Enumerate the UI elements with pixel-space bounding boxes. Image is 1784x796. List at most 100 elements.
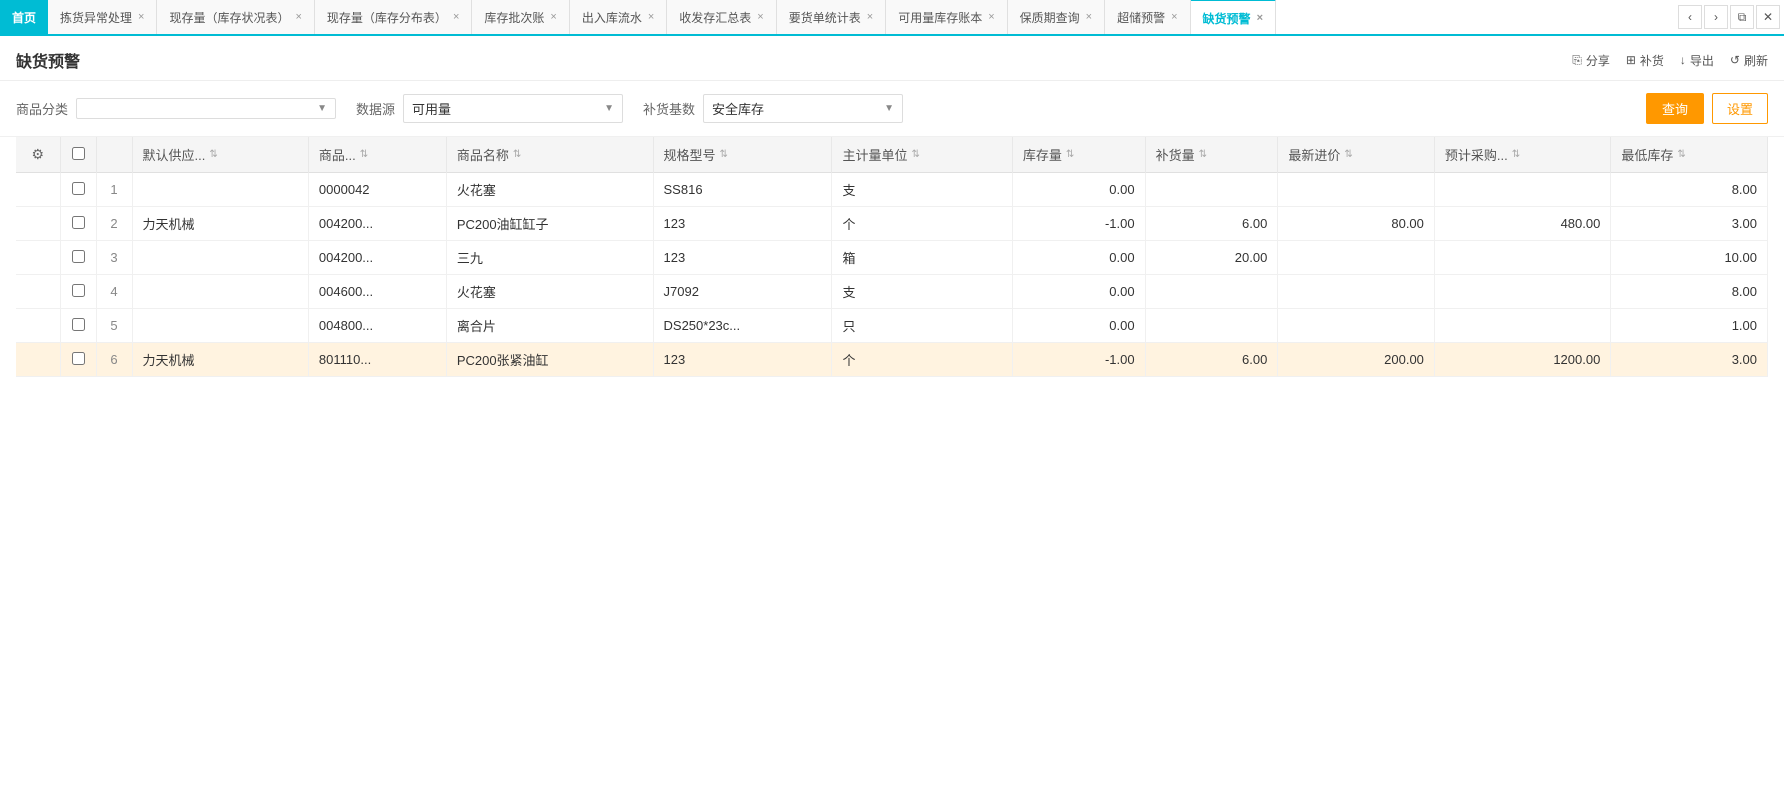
row-checkbox-3[interactable] — [72, 284, 85, 297]
query-button[interactable]: 查询 — [1646, 93, 1704, 124]
replenish-basis-select[interactable]: 安全库存 ▼ — [703, 94, 903, 123]
th-spec[interactable]: 规格型号⇅ — [653, 137, 832, 173]
refresh-button[interactable]: ↺ 刷新 — [1730, 52, 1768, 69]
td-checkbox-5[interactable] — [60, 343, 96, 377]
tab-quehuo[interactable]: 缺货预警× — [1191, 0, 1276, 35]
tab-close-icon[interactable]: × — [1086, 11, 1092, 23]
tab-nav-buttons: ‹ › ⧉ ✕ — [1678, 5, 1784, 29]
tab-close-icon[interactable]: × — [988, 11, 994, 23]
th-unit[interactable]: 主计量单位⇅ — [832, 137, 1012, 173]
tab-close-icon[interactable]: × — [757, 11, 763, 23]
filter-row: 商品分类 ▼ 数据源 可用量 ▼ 补货基数 安全库存 ▼ 查询 设置 — [0, 81, 1784, 137]
tab-close-button[interactable]: ✕ — [1756, 5, 1780, 29]
tab-prev-button[interactable]: ‹ — [1678, 5, 1702, 29]
tab-home[interactable]: 首页 — [0, 0, 48, 35]
share-button[interactable]: ⎘ 分享 — [1572, 52, 1610, 69]
table-row: 6 力天机械 801110... PC200张紧油缸 123 个 -1.00 6… — [16, 343, 1768, 377]
settings-button[interactable]: 设置 — [1712, 93, 1768, 124]
tab-chaochuyujing[interactable]: 超储预警 × — [1105, 0, 1190, 35]
td-name-0: 火花塞 — [446, 173, 653, 207]
datasource-select[interactable]: 可用量 ▼ — [403, 94, 623, 123]
tab-xianzunliang2[interactable]: 现存量（库存分布表）× — [315, 0, 472, 35]
tab-label: 出入库流水 — [582, 9, 642, 26]
tab-close-icon[interactable]: × — [648, 11, 654, 23]
tab-window-button[interactable]: ⧉ — [1730, 5, 1754, 29]
td-checkbox-3[interactable] — [60, 275, 96, 309]
tab-baozhanqi[interactable]: 保质期查询× — [1008, 0, 1105, 35]
tab-yaohuodanjishu[interactable]: 要货单统计表× — [777, 0, 886, 35]
td-name-2: 三九 — [446, 241, 653, 275]
tab-close-icon[interactable]: × — [1171, 11, 1177, 23]
th-estimated-purchase-label: 预计采购... — [1445, 145, 1508, 164]
th-product-name[interactable]: 商品名称⇅ — [446, 137, 653, 173]
td-settings-3 — [16, 275, 60, 309]
row-checkbox-1[interactable] — [72, 216, 85, 229]
td-supplier-5: 力天机械 — [132, 343, 308, 377]
td-unit-1: 个 — [832, 207, 1012, 241]
tab-close-icon[interactable]: × — [867, 11, 873, 23]
th-checkbox[interactable] — [60, 137, 96, 173]
table-container: ⚙ 默认供应...⇅ 商品...⇅ 商品名称⇅ — [0, 137, 1784, 377]
datasource-dropdown-icon: ▼ — [604, 103, 614, 114]
th-latest-price[interactable]: 最新进价⇅ — [1278, 137, 1435, 173]
td-est-purchase-0 — [1434, 173, 1610, 207]
td-rownum-4: 5 — [96, 309, 132, 343]
td-settings-2 — [16, 241, 60, 275]
td-name-1: PC200油缸缸子 — [446, 207, 653, 241]
refresh-icon: ↺ — [1730, 53, 1740, 67]
td-spec-3: J7092 — [653, 275, 832, 309]
td-rownum-2: 3 — [96, 241, 132, 275]
td-settings-1 — [16, 207, 60, 241]
tab-xianzunliang1[interactable]: 现存量（库存状况表） × — [157, 0, 314, 35]
tab-label: 收发存汇总表 — [679, 9, 751, 26]
table-row: 4 004600... 火花塞 J7092 支 0.00 8.00 — [16, 275, 1768, 309]
table-body: 1 0000042 火花塞 SS816 支 0.00 8.00 2 力天机械 0… — [16, 173, 1768, 377]
table-row: 5 004800... 离合片 DS250*23c... 只 0.00 1.00 — [16, 309, 1768, 343]
th-spec-label: 规格型号 — [664, 145, 716, 164]
th-replenish[interactable]: 补货量⇅ — [1145, 137, 1278, 173]
row-checkbox-5[interactable] — [72, 352, 85, 365]
tab-close-icon[interactable]: × — [453, 11, 459, 23]
th-settings[interactable]: ⚙ — [16, 137, 60, 173]
export-icon: ↓ — [1680, 53, 1686, 67]
td-stock-5: -1.00 — [1012, 343, 1145, 377]
th-latest-price-label: 最新进价 — [1288, 145, 1340, 164]
td-name-4: 离合片 — [446, 309, 653, 343]
tab-lianhuoyichang[interactable]: 拣货异常处理× — [48, 0, 157, 35]
td-checkbox-1[interactable] — [60, 207, 96, 241]
row-checkbox-4[interactable] — [72, 318, 85, 331]
tab-close-icon[interactable]: × — [550, 11, 556, 23]
tab-kucunpici[interactable]: 库存批次账× — [472, 0, 569, 35]
tab-close-icon[interactable]: × — [1257, 12, 1263, 24]
tab-churuliu[interactable]: 出入库流水 × — [570, 0, 667, 35]
td-stock-2: 0.00 — [1012, 241, 1145, 275]
row-checkbox-2[interactable] — [72, 250, 85, 263]
tab-next-button[interactable]: › — [1704, 5, 1728, 29]
th-estimated-purchase[interactable]: 预计采购... ⇅ — [1434, 137, 1610, 173]
page-header: 缺货预警 ⎘ 分享 ⊞ 补货 ↓ 导出 ↺ 刷新 — [0, 36, 1784, 81]
select-all-checkbox[interactable] — [72, 147, 85, 160]
td-checkbox-0[interactable] — [60, 173, 96, 207]
tab-close-icon[interactable]: × — [295, 11, 301, 23]
td-min-stock-1: 3.00 — [1611, 207, 1768, 241]
replenish-basis-filter-group: 补货基数 安全库存 ▼ — [643, 94, 903, 123]
td-checkbox-4[interactable] — [60, 309, 96, 343]
sort-icon-est-purchase: ⇅ — [1512, 149, 1520, 160]
share-label: 分享 — [1586, 52, 1610, 69]
tab-label: 现存量（库存状况表） — [169, 9, 289, 26]
td-checkbox-2[interactable] — [60, 241, 96, 275]
replenish-button[interactable]: ⊞ 补货 — [1626, 52, 1664, 69]
tab-label: 超储预警 — [1117, 9, 1165, 26]
tab-close-icon[interactable]: × — [138, 11, 144, 23]
row-checkbox-0[interactable] — [72, 182, 85, 195]
tab-keyongliang[interactable]: 可用量库存账本× — [886, 0, 1007, 35]
td-supplier-3 — [132, 275, 308, 309]
th-product-code[interactable]: 商品...⇅ — [308, 137, 446, 173]
th-min-stock[interactable]: 最低库存⇅ — [1611, 137, 1768, 173]
export-button[interactable]: ↓ 导出 — [1680, 52, 1714, 69]
tab-shoudacun[interactable]: 收发存汇总表 × — [667, 0, 776, 35]
th-default-supplier[interactable]: 默认供应...⇅ — [132, 137, 308, 173]
category-select[interactable]: ▼ — [76, 98, 336, 119]
th-stock[interactable]: 库存量⇅ — [1012, 137, 1145, 173]
replenish-icon: ⊞ — [1626, 53, 1636, 67]
